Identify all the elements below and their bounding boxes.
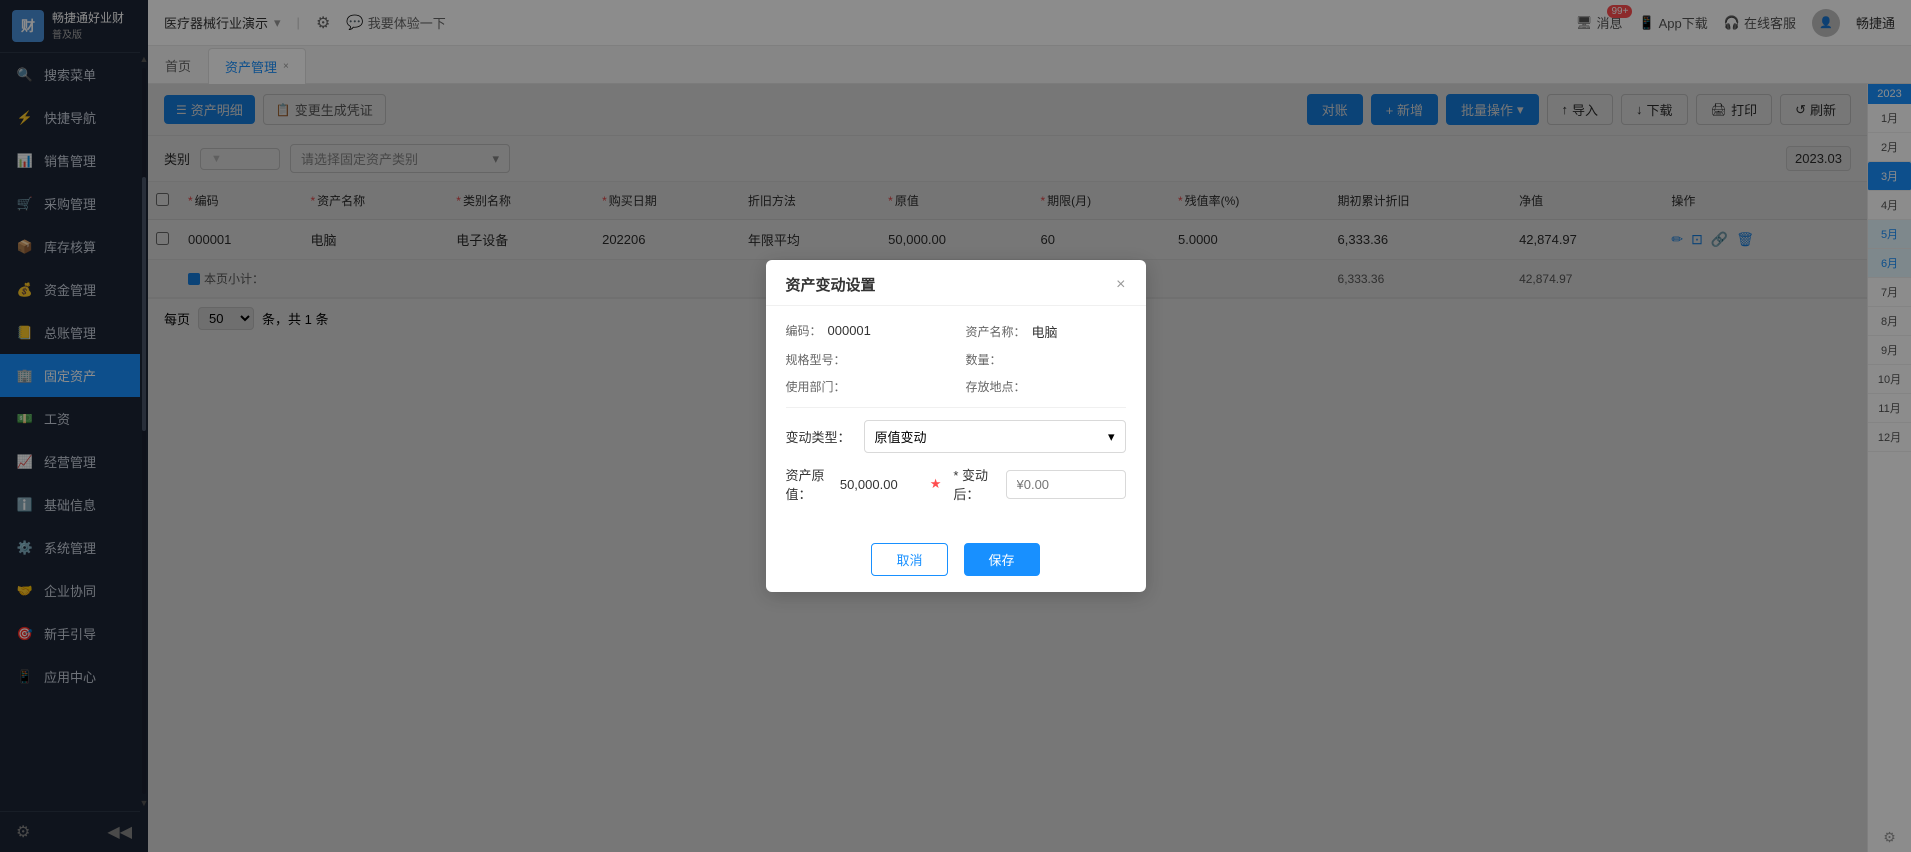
modal-change-type-row: 变动类型： 原值变动 ▾	[786, 420, 1126, 453]
modal-row-2: 规格型号： 数量：	[786, 351, 1126, 368]
modal-row-1: 编码： 000001 资产名称： 电脑	[786, 322, 1126, 341]
modal-footer: 取消 保存	[766, 531, 1146, 592]
change-type-label: 变动类型：	[786, 427, 856, 446]
save-button[interactable]: 保存	[964, 543, 1040, 576]
after-change-input[interactable]	[1006, 470, 1126, 499]
modal-field-name: 资产名称： 电脑	[966, 322, 1126, 341]
chevron-down-icon: ▾	[1108, 429, 1115, 445]
modal-title: 资产变动设置	[786, 274, 876, 295]
modal-field-department: 使用部门：	[786, 378, 946, 395]
modal-value-row: 资产原值： 50,000.00 ★ * 变动后：	[786, 465, 1126, 503]
modal-body: 编码： 000001 资产名称： 电脑 规格型号：	[766, 306, 1146, 531]
modal-field-location: 存放地点：	[966, 378, 1126, 395]
modal-row-3: 使用部门： 存放地点：	[786, 378, 1126, 395]
required-star-after: ★	[930, 476, 942, 492]
modal-overlay: 资产变动设置 × 编码： 000001 资产名称： 电脑	[0, 0, 1911, 852]
modal-divider	[786, 407, 1126, 408]
modal-field-quantity: 数量：	[966, 351, 1126, 368]
modal-header: 资产变动设置 ×	[766, 260, 1146, 306]
after-change-label: * 变动后：	[953, 465, 993, 503]
cancel-button[interactable]: 取消	[871, 543, 947, 576]
modal-field-spec: 规格型号：	[786, 351, 946, 368]
asset-change-modal: 资产变动设置 × 编码： 000001 资产名称： 电脑	[766, 260, 1146, 592]
original-value-label: 资产原值：	[786, 465, 832, 503]
modal-field-code: 编码： 000001	[786, 322, 946, 341]
change-type-select[interactable]: 原值变动 ▾	[864, 420, 1126, 453]
modal-close-button[interactable]: ×	[1116, 276, 1125, 294]
original-value: 50,000.00	[840, 477, 898, 492]
